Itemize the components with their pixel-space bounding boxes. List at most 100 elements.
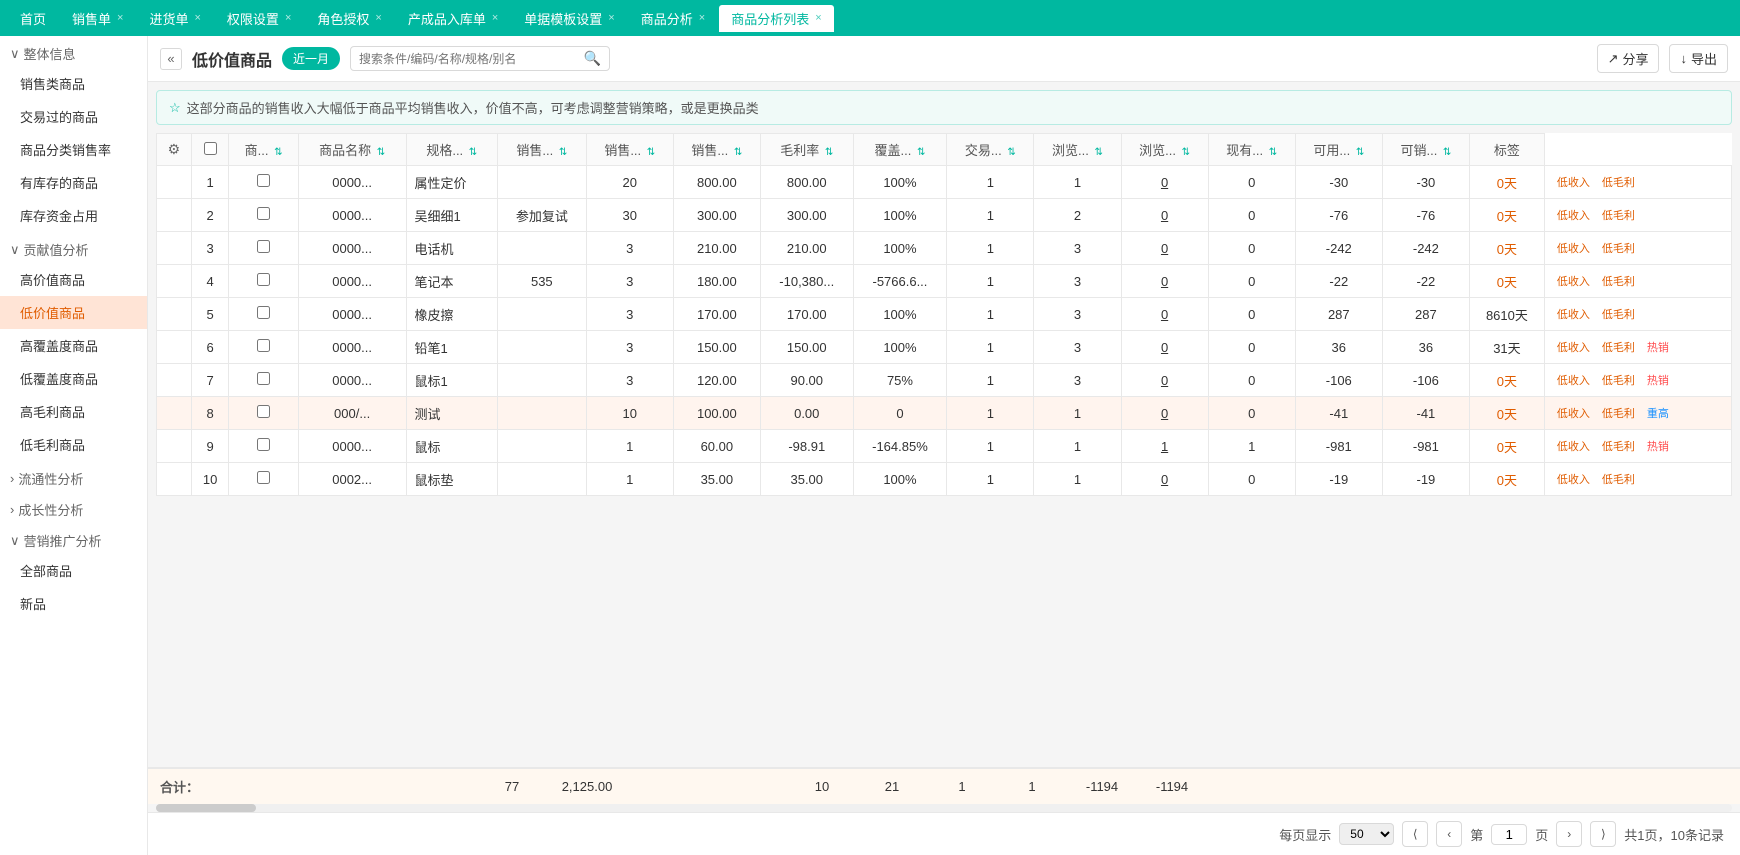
- row-browse1[interactable]: 0: [1121, 397, 1208, 430]
- row-browse1[interactable]: 0: [1121, 298, 1208, 331]
- sidebar-group-contribution[interactable]: ∨ 贡献值分析: [0, 232, 147, 263]
- nav-roles[interactable]: 角色授权 ×: [305, 5, 393, 32]
- sidebar-item-low-coverage[interactable]: 低覆盖度商品: [0, 362, 147, 395]
- nav-template[interactable]: 单据模板设置 ×: [512, 5, 626, 32]
- page-size-select[interactable]: 20 50 100: [1339, 823, 1394, 845]
- last-page-button[interactable]: ⟩: [1590, 821, 1616, 847]
- browse-link[interactable]: 0: [1161, 274, 1168, 289]
- col-trade[interactable]: 交易... ⇅: [947, 134, 1034, 166]
- row-checkbox-cell[interactable]: [229, 298, 298, 331]
- nav-close-permissions[interactable]: ×: [285, 12, 291, 24]
- sidebar-item-stock-products[interactable]: 有库存的商品: [0, 166, 147, 199]
- col-checkbox[interactable]: [191, 134, 228, 166]
- nav-sales-order[interactable]: 销售单 ×: [60, 5, 135, 32]
- search-input[interactable]: [359, 52, 578, 66]
- row-select-checkbox[interactable]: [257, 372, 270, 385]
- col-stock1[interactable]: 现有... ⇅: [1208, 134, 1295, 166]
- row-browse1[interactable]: 0: [1121, 331, 1208, 364]
- page-number-input[interactable]: [1491, 824, 1527, 845]
- sidebar-item-high-value[interactable]: 高价值商品: [0, 263, 147, 296]
- nav-product-analysis-list[interactable]: 商品分析列表 ×: [719, 5, 833, 32]
- row-select-checkbox[interactable]: [257, 207, 270, 220]
- row-browse1[interactable]: 1: [1121, 430, 1208, 463]
- sidebar-group-liquidity[interactable]: › 流通性分析: [0, 461, 147, 492]
- row-browse1[interactable]: 0: [1121, 364, 1208, 397]
- scrollbar-thumb[interactable]: [156, 804, 256, 812]
- row-checkbox-cell[interactable]: [229, 364, 298, 397]
- col-stock2[interactable]: 可用... ⇅: [1295, 134, 1382, 166]
- nav-close-product-analysis-list[interactable]: ×: [815, 12, 821, 24]
- select-all-checkbox[interactable]: [204, 142, 217, 155]
- sidebar-item-all-products[interactable]: 全部商品: [0, 554, 147, 587]
- sidebar-group-overall[interactable]: ∨ 整体信息: [0, 36, 147, 67]
- col-settings[interactable]: ⚙: [157, 134, 192, 166]
- sidebar-group-growth[interactable]: › 成长性分析: [0, 492, 147, 523]
- export-button[interactable]: ↓ 导出: [1669, 44, 1728, 73]
- browse-link[interactable]: 0: [1161, 241, 1168, 256]
- row-browse1[interactable]: 0: [1121, 265, 1208, 298]
- prev-page-button[interactable]: ‹: [1436, 821, 1462, 847]
- row-browse1[interactable]: 0: [1121, 199, 1208, 232]
- first-page-button[interactable]: ⟨: [1402, 821, 1428, 847]
- filter-recent-month-button[interactable]: 近一月: [282, 47, 340, 70]
- col-s2[interactable]: 销售... ⇅: [586, 134, 673, 166]
- browse-link[interactable]: 1: [1161, 439, 1168, 454]
- nav-inventory[interactable]: 产成品入库单 ×: [396, 5, 510, 32]
- row-checkbox-cell[interactable]: [229, 463, 298, 496]
- nav-close-template[interactable]: ×: [608, 12, 614, 24]
- row-select-checkbox[interactable]: [257, 438, 270, 451]
- col-days[interactable]: 可销... ⇅: [1382, 134, 1469, 166]
- col-cover[interactable]: 覆盖... ⇅: [853, 134, 947, 166]
- nav-close-roles[interactable]: ×: [375, 12, 381, 24]
- sidebar-item-high-margin[interactable]: 高毛利商品: [0, 395, 147, 428]
- nav-permissions[interactable]: 权限设置 ×: [215, 5, 303, 32]
- nav-close-sales[interactable]: ×: [117, 12, 123, 24]
- sidebar-group-marketing[interactable]: ∨ 营销推广分析: [0, 523, 147, 554]
- col-s1[interactable]: 销售... ⇅: [497, 134, 586, 166]
- sidebar-item-low-value[interactable]: 低价值商品: [0, 296, 147, 329]
- row-select-checkbox[interactable]: [257, 306, 270, 319]
- browse-link[interactable]: 0: [1161, 340, 1168, 355]
- col-browse2[interactable]: 浏览... ⇅: [1121, 134, 1208, 166]
- col-browse1[interactable]: 浏览... ⇅: [1034, 134, 1121, 166]
- row-select-checkbox[interactable]: [257, 339, 270, 352]
- table-container[interactable]: ⚙ 商... ⇅ 商品名称 ⇅ 规格... ⇅ 销售... ⇅ 销售... ⇅ …: [156, 133, 1732, 767]
- row-select-checkbox[interactable]: [257, 471, 270, 484]
- collapse-sidebar-button[interactable]: «: [160, 48, 182, 70]
- col-rate[interactable]: 毛利率 ⇅: [760, 134, 853, 166]
- nav-close-product-analysis[interactable]: ×: [699, 12, 705, 24]
- search-icon[interactable]: 🔍: [584, 50, 601, 67]
- row-checkbox-cell[interactable]: [229, 232, 298, 265]
- col-s3[interactable]: 销售... ⇅: [673, 134, 760, 166]
- col-spec[interactable]: 规格... ⇅: [406, 134, 497, 166]
- settings-icon[interactable]: ⚙: [168, 141, 181, 157]
- sidebar-item-high-coverage[interactable]: 高覆盖度商品: [0, 329, 147, 362]
- nav-close-inventory[interactable]: ×: [492, 12, 498, 24]
- sidebar-item-stock-funds[interactable]: 库存资金占用: [0, 199, 147, 232]
- sidebar-item-new-products[interactable]: 新品: [0, 587, 147, 620]
- col-tags[interactable]: 标签: [1469, 134, 1544, 166]
- sidebar-item-category-sales-rate[interactable]: 商品分类销售率: [0, 133, 147, 166]
- sidebar-item-low-margin[interactable]: 低毛利商品: [0, 428, 147, 461]
- browse-link[interactable]: 0: [1161, 208, 1168, 223]
- row-select-checkbox[interactable]: [257, 273, 270, 286]
- row-checkbox-cell[interactable]: [229, 265, 298, 298]
- row-checkbox-cell[interactable]: [229, 397, 298, 430]
- row-checkbox-cell[interactable]: [229, 331, 298, 364]
- horizontal-scrollbar[interactable]: [156, 804, 1732, 812]
- row-select-checkbox[interactable]: [257, 405, 270, 418]
- row-checkbox-cell[interactable]: [229, 199, 298, 232]
- browse-link[interactable]: 0: [1161, 175, 1168, 190]
- col-code[interactable]: 商... ⇅: [229, 134, 298, 166]
- next-page-button[interactable]: ›: [1556, 821, 1582, 847]
- browse-link[interactable]: 0: [1161, 406, 1168, 421]
- row-browse1[interactable]: 0: [1121, 166, 1208, 199]
- row-browse1[interactable]: 0: [1121, 463, 1208, 496]
- browse-link[interactable]: 0: [1161, 307, 1168, 322]
- row-browse1[interactable]: 0: [1121, 232, 1208, 265]
- row-checkbox-cell[interactable]: [229, 430, 298, 463]
- row-select-checkbox[interactable]: [257, 240, 270, 253]
- row-select-checkbox[interactable]: [257, 174, 270, 187]
- nav-purchase-order[interactable]: 进货单 ×: [137, 5, 212, 32]
- nav-product-analysis[interactable]: 商品分析 ×: [629, 5, 717, 32]
